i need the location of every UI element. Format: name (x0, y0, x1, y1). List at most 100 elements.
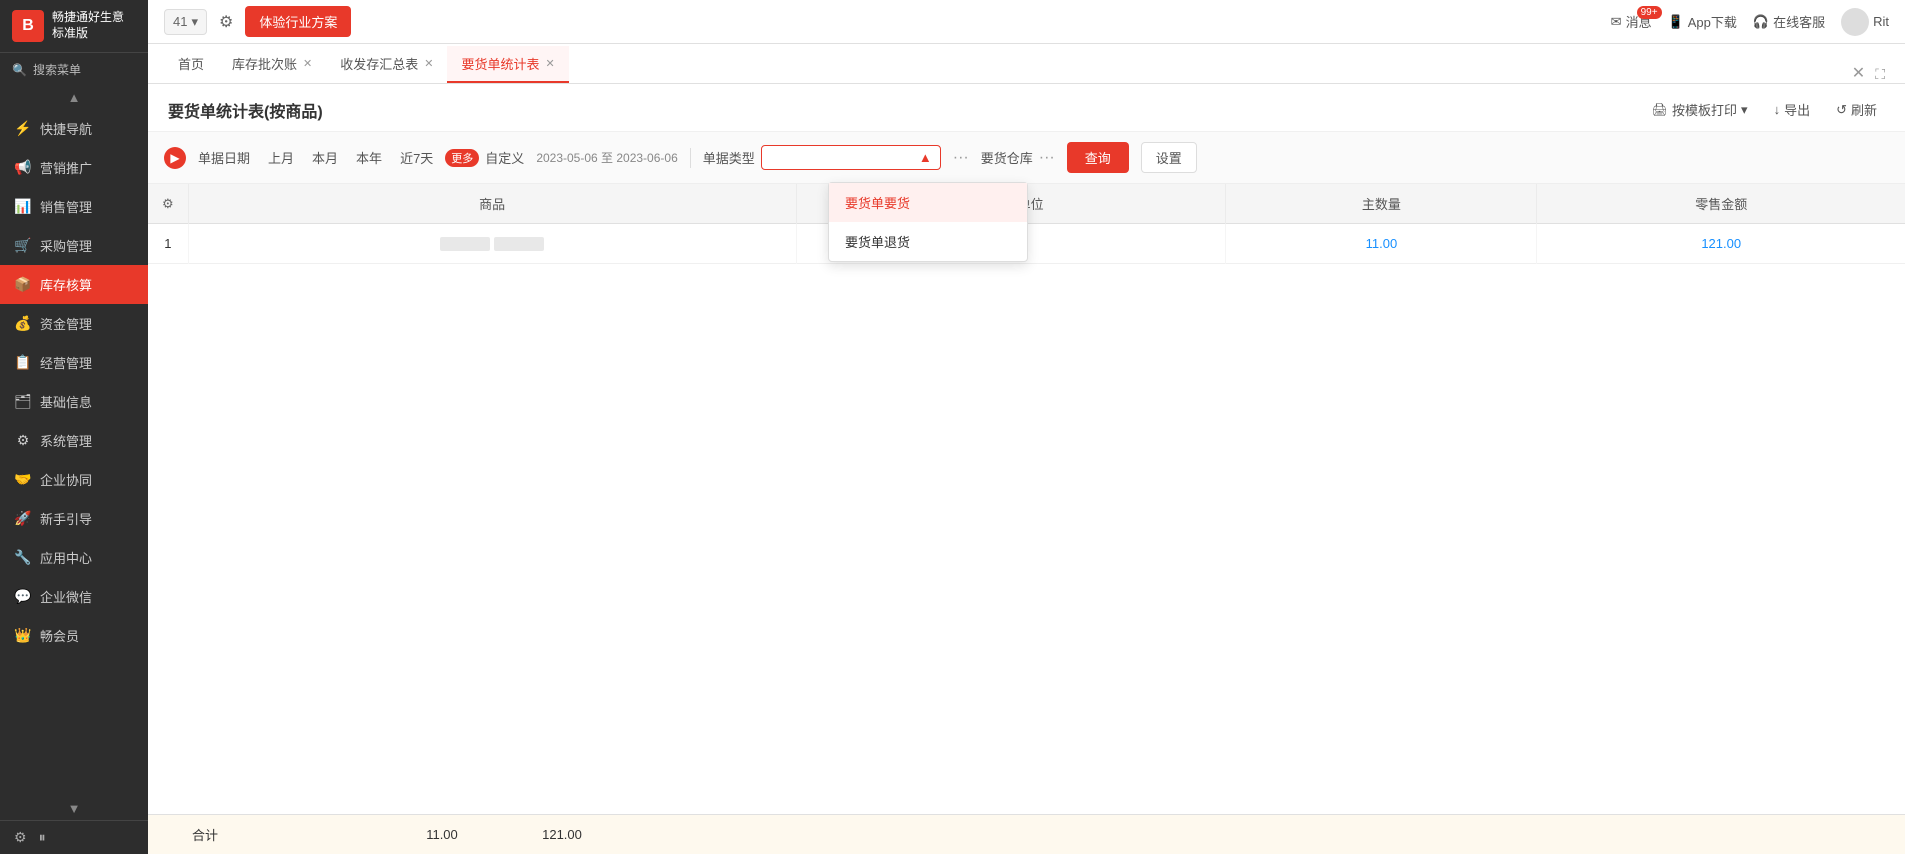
sidebar-item-purchase[interactable]: 🛒 采购管理 (0, 226, 148, 265)
operations-icon: 📋 (14, 354, 32, 372)
chevron-down-icon: ▾ (191, 14, 198, 30)
store-selector[interactable]: 41 ▾ (164, 9, 207, 35)
app-download-label: App下载 (1688, 12, 1737, 31)
sidebar-item-basic-info-label: 基础信息 (40, 392, 92, 411)
sidebar-item-quick-nav[interactable]: ⚡ 快捷导航 (0, 109, 148, 148)
footer-total-label: 合计 (162, 825, 382, 844)
sidebar-pause-icon[interactable]: ⏸ (39, 829, 46, 846)
date-btn-custom[interactable]: 自定义 (485, 148, 524, 167)
sidebar-item-enterprise-label: 企业协同 (40, 470, 92, 489)
export-button[interactable]: ↓ 导出 (1766, 96, 1819, 123)
sidebar-item-enterprise-wechat-label: 企业微信 (40, 587, 92, 606)
date-btn-this-month[interactable]: 本月 (306, 146, 344, 169)
filter-area: ▶ 单据日期 上月 本月 本年 近7天 更多 自定义 2023-05-06 至 … (148, 132, 1905, 184)
sidebar-scroll-down[interactable]: ▼ (0, 797, 148, 820)
sidebar-item-inventory[interactable]: 📦 库存核算 (0, 265, 148, 304)
sidebar-item-enterprise-wechat[interactable]: 💬 企业微信 (0, 577, 148, 616)
filter-expand-button[interactable]: ▶ (164, 147, 186, 169)
members-icon: 👑 (14, 627, 32, 645)
footer-total-quantity: 11.00 (382, 827, 502, 842)
sidebar-item-guide-label: 新手引导 (40, 509, 92, 528)
product-placeholder-1 (440, 237, 490, 251)
filter-separator (690, 148, 691, 168)
tab-receipt-summary-close[interactable]: ✕ (424, 57, 433, 70)
sidebar-item-finance[interactable]: 💰 资金管理 (0, 304, 148, 343)
sidebar-settings-icon[interactable]: ⚙ (14, 829, 27, 846)
customer-service-icon: 🎧 (1753, 14, 1769, 30)
refresh-button[interactable]: ↺ 刷新 (1828, 96, 1885, 123)
tab-inventory-batch-close[interactable]: ✕ (303, 57, 312, 70)
dropdown-item-order-goods[interactable]: 要货单要货 (829, 183, 1027, 222)
filter-settings-button[interactable]: 设置 (1141, 142, 1197, 173)
sidebar-item-app-center[interactable]: 🔧 应用中心 (0, 538, 148, 577)
message-area[interactable]: ✉ 消息 99+ (1611, 12, 1652, 31)
search-icon: 🔍 (12, 63, 27, 77)
filter-type-area: 单据类型 ▲ (703, 145, 941, 170)
logo-name: 畅捷通好生意 (52, 10, 124, 26)
user-avatar (1841, 8, 1869, 36)
filter-type-select[interactable]: ▲ (761, 145, 941, 170)
filter-warehouse-more-icon[interactable]: ··· (1039, 149, 1055, 167)
sidebar-item-enterprise[interactable]: 🤝 企业协同 (0, 460, 148, 499)
refresh-label: 刷新 (1851, 100, 1877, 119)
marketing-icon: 📢 (14, 159, 32, 177)
filter-warehouse-area: 要货仓库 ··· (981, 148, 1055, 167)
logo-text-area: 畅捷通好生意 标准版 (52, 10, 124, 41)
sidebar-item-basic-info[interactable]: 🗂 基础信息 (0, 382, 148, 421)
sidebar-item-purchase-label: 采购管理 (40, 236, 92, 255)
tab-new-button[interactable]: ✕ (1846, 63, 1871, 83)
tab-order-stats-close[interactable]: ✕ (546, 57, 555, 70)
sidebar-scroll-up[interactable]: ▲ (0, 86, 148, 109)
logo-sub: 标准版 (52, 26, 124, 42)
trial-button[interactable]: 体验行业方案 (245, 6, 351, 37)
sidebar-item-sales[interactable]: 📊 销售管理 (0, 187, 148, 226)
tab-order-stats-label: 要货单统计表 (461, 54, 539, 73)
filter-date-label: 单据日期 (198, 148, 250, 167)
date-btn-last-month[interactable]: 上月 (262, 146, 300, 169)
table-cell-seq: 1 (148, 224, 188, 264)
tab-expand-button[interactable]: ⛶ (1871, 66, 1889, 83)
sidebar-item-sales-label: 销售管理 (40, 197, 92, 216)
sidebar-item-marketing[interactable]: 📢 营销推广 (0, 148, 148, 187)
date-btn-7days[interactable]: 近7天 (394, 146, 439, 169)
tab-receipt-summary[interactable]: 收发存汇总表 ✕ (326, 46, 447, 83)
table-footer: 合计 11.00 121.00 (148, 814, 1905, 854)
table-col-settings: ⚙ (148, 184, 188, 224)
dropdown-item-order-return[interactable]: 要货单退货 (829, 222, 1027, 261)
app-download-area[interactable]: 📱 App下载 (1668, 12, 1737, 31)
type-dropdown: 要货单要货 要货单退货 (828, 182, 1028, 262)
footer-total-amount: 121.00 (502, 827, 622, 842)
header-settings-icon[interactable]: ⚙ (219, 12, 233, 32)
basic-info-icon: 🗂 (14, 393, 32, 411)
sidebar-item-operations[interactable]: 📋 经营管理 (0, 343, 148, 382)
table-wrapper: ⚙ 商品 主计量单位 主数量 零售金额 1 (148, 184, 1905, 814)
tab-receipt-summary-label: 收发存汇总表 (340, 54, 418, 73)
export-label: 导出 (1784, 100, 1810, 119)
app-download-icon: 📱 (1668, 14, 1684, 30)
finance-icon: 💰 (14, 315, 32, 333)
enterprise-icon: 🤝 (14, 471, 32, 489)
sidebar-item-members[interactable]: 👑 畅会员 (0, 616, 148, 655)
filter-query-button[interactable]: 查询 (1067, 142, 1129, 173)
tab-inventory-batch[interactable]: 库存批次账 ✕ (218, 46, 326, 83)
page-header: 要货单统计表(按商品) 🖨 按模板打印 ▾ ↓ 导出 ↺ 刷新 (148, 84, 1905, 132)
customer-service-area[interactable]: 🎧 在线客服 (1753, 12, 1825, 31)
table-col-product: 商品 (188, 184, 796, 224)
date-btn-more[interactable]: 更多 (445, 149, 479, 167)
sidebar-item-guide[interactable]: 🚀 新手引导 (0, 499, 148, 538)
sidebar-item-system-label: 系统管理 (40, 431, 92, 450)
tab-home[interactable]: 首页 (164, 46, 218, 83)
tab-home-label: 首页 (178, 54, 204, 73)
date-btn-this-year[interactable]: 本年 (350, 146, 388, 169)
tab-order-stats[interactable]: 要货单统计表 ✕ (447, 46, 568, 83)
date-range-text: 2023-05-06 至 2023-06-06 (536, 149, 677, 166)
sidebar-search[interactable]: 🔍 搜索菜单 (0, 53, 148, 86)
print-template-button[interactable]: 🖨 按模板打印 ▾ (1644, 96, 1756, 123)
user-area[interactable]: Rit (1841, 8, 1889, 36)
top-header-left: 41 ▾ ⚙ 体验行业方案 (164, 6, 351, 37)
table-settings-icon[interactable]: ⚙ (162, 196, 174, 211)
export-icon: ↓ (1774, 102, 1781, 117)
sidebar-item-system[interactable]: ⚙ 系统管理 (0, 421, 148, 460)
filter-more-options-button[interactable]: ··· (953, 149, 969, 167)
product-placeholder-2 (494, 237, 544, 251)
